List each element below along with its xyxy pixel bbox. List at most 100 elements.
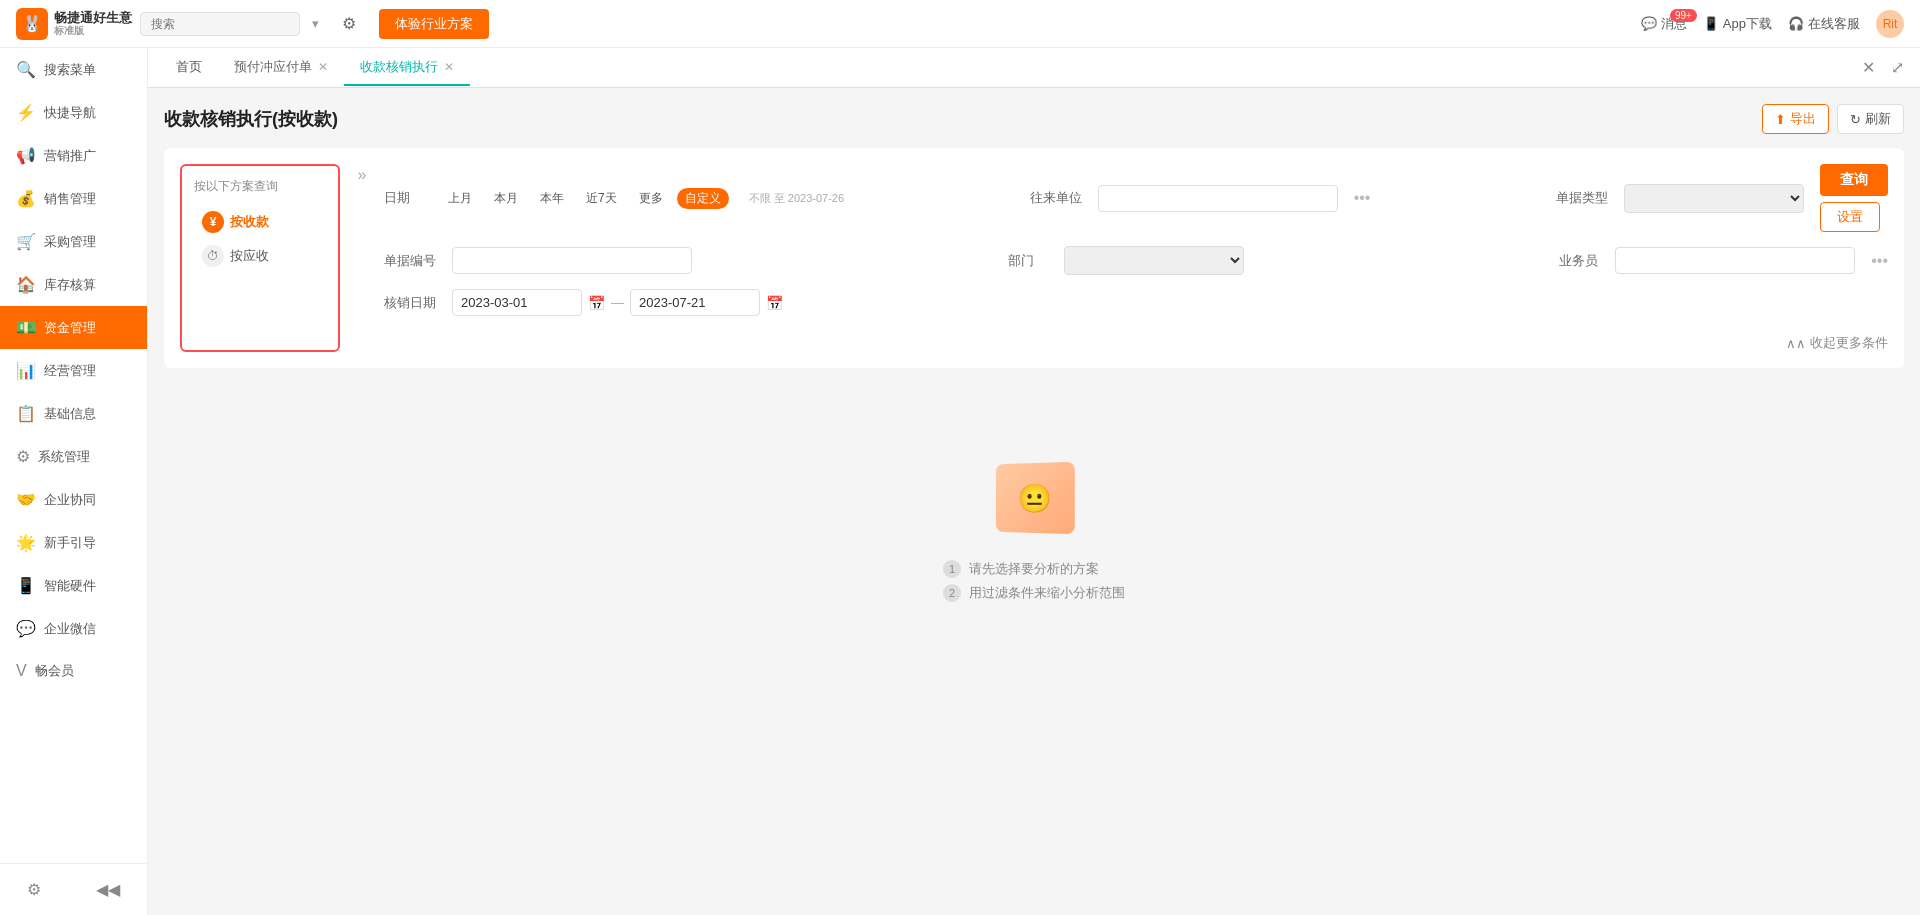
app-download-button[interactable]: 📱 App下载 [1703, 15, 1772, 33]
hint-num-1: 1 [943, 560, 961, 578]
sidebar-label-13: 企业微信 [44, 620, 96, 638]
writeoff-date-end-input[interactable] [630, 289, 760, 316]
filter-sidebar: 按以下方案查询 ¥ 按收款 ⏱ 按应收 [180, 164, 340, 352]
search-input[interactable] [140, 12, 300, 36]
sidebar-item-0[interactable]: 🔍搜索菜单 [0, 48, 147, 91]
filter-collapse-button[interactable]: » [352, 164, 372, 184]
counterpart-more-icon[interactable]: ••• [1354, 189, 1371, 207]
date-chip-group: 上月 本月 本年 近7天 更多 自定义 [440, 188, 729, 209]
sidebar-icon-10: 🤝 [16, 490, 36, 509]
bill-no-label: 单据编号 [384, 252, 436, 270]
sidebar-icon-5: 🏠 [16, 275, 36, 294]
filter-option-by-receipt[interactable]: ¥ 按收款 [194, 205, 326, 239]
chevron-up-icon: ∧∧ [1786, 336, 1806, 351]
filter-area: 按以下方案查询 ¥ 按收款 ⏱ 按应收 » 日期 [164, 148, 1904, 368]
message-button[interactable]: 💬 消息 99+ [1641, 15, 1687, 33]
date-no-limit-text: 不限 至 2023-07-26 [749, 191, 844, 206]
date-chip-this-month[interactable]: 本月 [486, 188, 526, 209]
bill-no-input[interactable] [452, 247, 692, 274]
chevron-down-icon[interactable]: ▾ [312, 16, 319, 31]
bill-type-label: 单据类型 [1556, 189, 1608, 207]
dept-select[interactable] [1064, 246, 1244, 275]
salesperson-label: 业务员 [1559, 252, 1599, 270]
calendar-start-icon[interactable]: 📅 [588, 295, 605, 311]
sidebar-label-4: 采购管理 [44, 233, 96, 251]
sidebar-item-5[interactable]: 🏠 库存核算 [0, 263, 147, 306]
page-content: 收款核销执行(按收款) ⬆ 导出 ↻ 刷新 按以下方案查询 [148, 88, 1920, 915]
sidebar-icon-0: 🔍 [16, 60, 36, 79]
sidebar-item-11[interactable]: 🌟新手引导 [0, 521, 147, 564]
settings-icon[interactable]: ⚙ [21, 874, 47, 905]
gear-icon[interactable]: ⚙ [335, 10, 363, 38]
salesperson-input[interactable] [1615, 247, 1855, 274]
bill-type-select[interactable] [1624, 184, 1804, 213]
sidebar-item-12[interactable]: 📱智能硬件 [0, 564, 147, 607]
customer-service-button[interactable]: 🎧 在线客服 [1788, 15, 1860, 33]
query-button[interactable]: 查询 [1820, 164, 1888, 196]
app-logo: 🐰 畅捷通好生意 标准版 [16, 8, 132, 40]
sidebar-label-10: 企业协同 [44, 491, 96, 509]
date-chip-this-year[interactable]: 本年 [532, 188, 572, 209]
sidebar-item-4[interactable]: 🛒采购管理 [0, 220, 147, 263]
sidebar-item-14[interactable]: V畅会员 [0, 650, 147, 692]
empty-illustration: 😐 [974, 448, 1094, 548]
app-download-icon: 📱 [1703, 16, 1719, 31]
filter-form: 日期 上月 本月 本年 近7天 更多 自定义 不限 至 2023-07-26 [384, 164, 1888, 352]
sidebar-label-6: 资金管理 [44, 319, 96, 337]
refresh-button[interactable]: ↻ 刷新 [1837, 104, 1904, 134]
customer-service-label: 在线客服 [1808, 15, 1860, 33]
sidebar-item-8[interactable]: 📋基础信息 [0, 392, 147, 435]
date-chip-custom[interactable]: 自定义 [677, 188, 729, 209]
empty-hints: 1 请先选择要分析的方案 2 用过滤条件来缩小分析范围 [943, 560, 1125, 602]
counterpart-input[interactable] [1098, 185, 1338, 212]
sidebar-item-10[interactable]: 🤝 企业协同 [0, 478, 147, 521]
expand-icon[interactable]: ⤢ [1887, 54, 1908, 81]
sidebar-icon-3: 💰 [16, 189, 36, 208]
top-bar: 🐰 畅捷通好生意 标准版 ▾ ⚙ 体验行业方案 💬 消息 99+ 📱 App下载… [0, 0, 1920, 48]
tab-prepay[interactable]: 预付冲应付单 ✕ [218, 50, 344, 86]
date-chip-last-month[interactable]: 上月 [440, 188, 480, 209]
collapse-sidebar-icon[interactable]: ◀◀ [90, 874, 126, 905]
main-layout: 🔍搜索菜单⚡快捷导航📢营销推广💰销售管理🛒采购管理 🏠 库存核算 💵 资金管理 📊经营管理… [0, 48, 1920, 915]
writeoff-date-start-input[interactable] [452, 289, 582, 316]
sidebar-item-2[interactable]: 📢营销推广 [0, 134, 147, 177]
app-download-label: App下载 [1723, 15, 1772, 33]
export-button[interactable]: ⬆ 导出 [1762, 104, 1829, 134]
salesperson-more-icon[interactable]: ••• [1871, 252, 1888, 270]
top-bar-right: 💬 消息 99+ 📱 App下载 🎧 在线客服 Rit [1641, 10, 1904, 38]
sidebar-item-1[interactable]: ⚡快捷导航 [0, 91, 147, 134]
empty-hint-1: 1 请先选择要分析的方案 [943, 560, 1125, 578]
sidebar-icon-13: 💬 [16, 619, 36, 638]
tab-home[interactable]: 首页 [160, 50, 218, 86]
tab-writeoff[interactable]: 收款核销执行 ✕ [344, 50, 470, 86]
solution-button[interactable]: 体验行业方案 [379, 9, 489, 39]
counterpart-label: 往来单位 [1030, 189, 1082, 207]
user-avatar[interactable]: Rit [1876, 10, 1904, 38]
collapse-more-row: ∧∧ 收起更多条件 [384, 334, 1888, 352]
sidebar-item-3[interactable]: 💰销售管理 [0, 177, 147, 220]
tab-prepay-close[interactable]: ✕ [318, 61, 328, 73]
collapse-more-button[interactable]: ∧∧ 收起更多条件 [1786, 334, 1888, 352]
empty-hint-2-text: 用过滤条件来缩小分析范围 [969, 584, 1125, 602]
sidebar-icon-11: 🌟 [16, 533, 36, 552]
tab-writeoff-close[interactable]: ✕ [444, 61, 454, 73]
sidebar-item-13[interactable]: 💬 企业微信 [0, 607, 147, 650]
customer-service-icon: 🎧 [1788, 16, 1804, 31]
collapse-more-label: 收起更多条件 [1810, 334, 1888, 352]
sidebar-bottom: ⚙ ◀◀ [0, 863, 147, 915]
filter-option-by-receivable[interactable]: ⏱ 按应收 [194, 239, 326, 273]
refresh-label: 刷新 [1865, 110, 1891, 128]
sidebar-item-9[interactable]: ⚙系统管理 [0, 435, 147, 478]
calendar-end-icon[interactable]: 📅 [766, 295, 783, 311]
sidebar-icon-6: 💵 [16, 318, 36, 337]
logo-icon: 🐰 [16, 8, 48, 40]
sidebar-label-5: 库存核算 [44, 276, 96, 294]
writeoff-date-label: 核销日期 [384, 294, 436, 312]
date-chip-7days[interactable]: 近7天 [578, 188, 625, 209]
date-chip-more[interactable]: 更多 [631, 188, 671, 209]
date-label: 日期 [384, 189, 424, 207]
close-tab-icon[interactable]: ✕ [1858, 54, 1879, 81]
filter-settings-button[interactable]: 设置 [1820, 202, 1880, 232]
sidebar-item-7[interactable]: 📊经营管理 [0, 349, 147, 392]
sidebar-item-6[interactable]: 💵 资金管理 [0, 306, 147, 349]
